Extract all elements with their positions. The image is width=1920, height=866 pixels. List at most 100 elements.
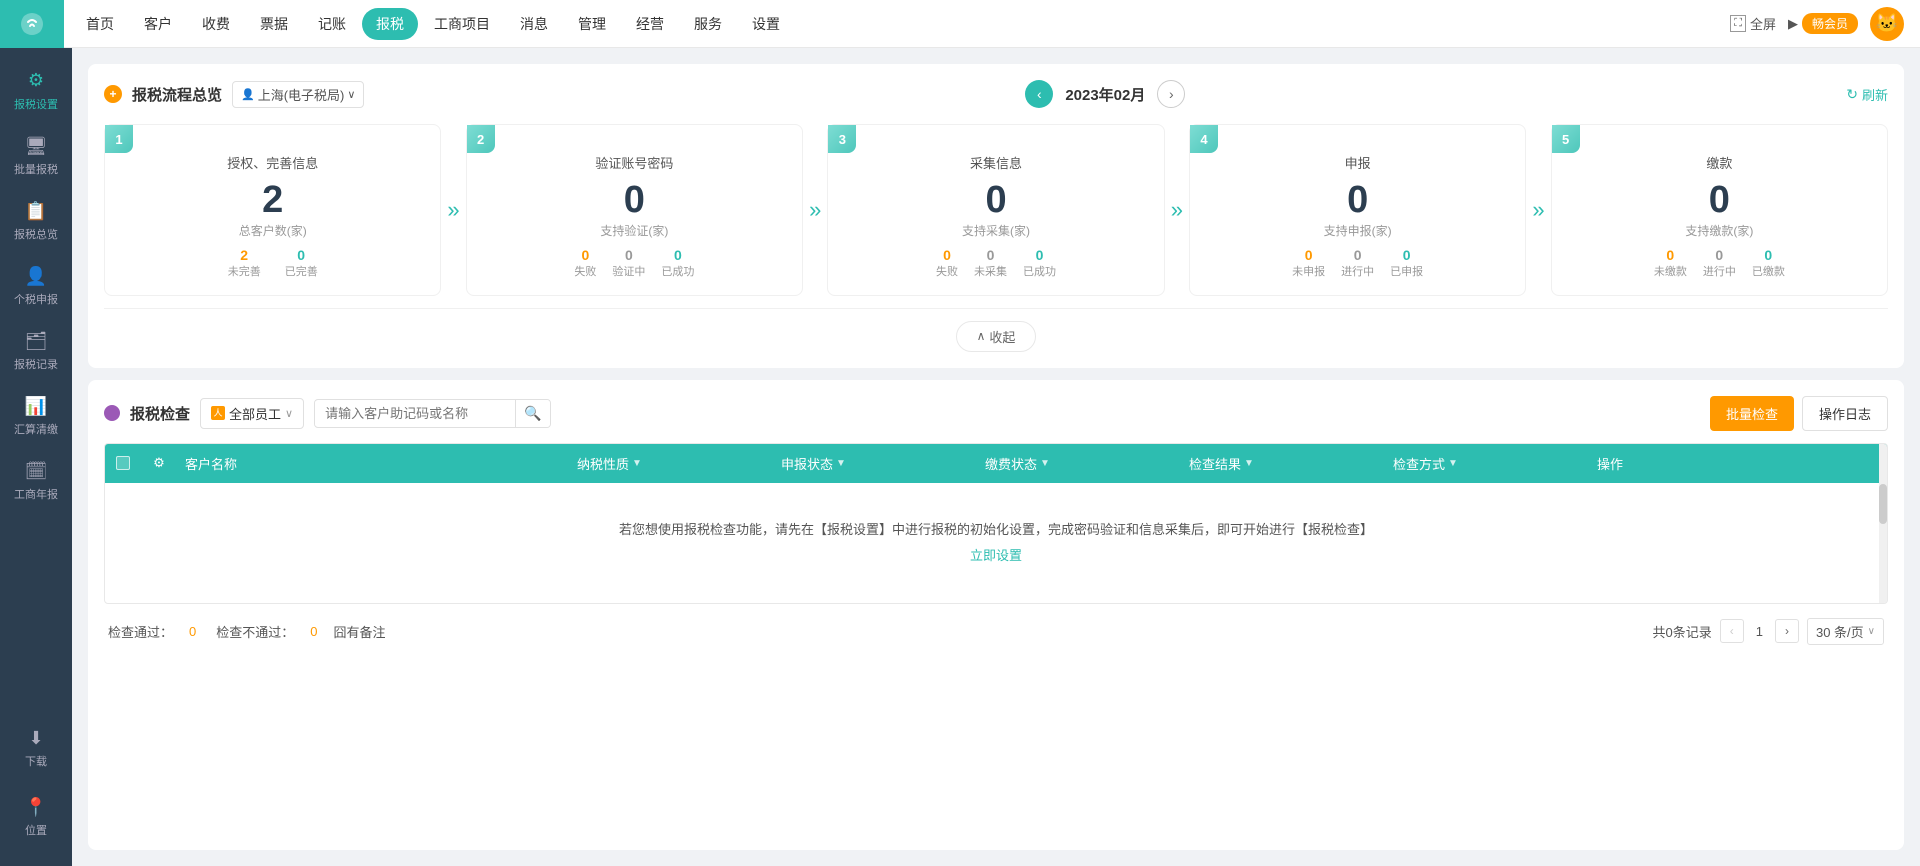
total-records: 共0条记录 — [1653, 622, 1712, 641]
batch-check-button[interactable]: 批量检查 — [1710, 396, 1794, 431]
sidebar-item-tax-record[interactable]: 🗂 报税记录 — [0, 321, 72, 382]
step-1-num: 1 — [105, 125, 133, 153]
step-1-card: 1 授权、完善信息 2 总客户数(家) 2 未完善 0 已完善 — [104, 124, 441, 296]
fullscreen-button[interactable]: ⛶ 全屏 — [1730, 14, 1776, 33]
step-4-stats: 0 未申报 0 进行中 0 已申报 — [1202, 247, 1513, 279]
current-month: 2023年02月 — [1065, 84, 1145, 105]
nav-item-settings[interactable]: 设置 — [738, 8, 794, 40]
step-2-card: 2 验证账号密码 0 支持验证(家) 0 失败 0 验证中 — [466, 124, 803, 296]
tax-overview-icon: 📋 — [25, 201, 47, 222]
next-page-button[interactable]: › — [1775, 619, 1799, 643]
nav-item-manage[interactable]: 管理 — [564, 8, 620, 40]
tax-check-panel: 报税检查 人 全部员工 ∨ 🔍 批量检查 操作日志 — [88, 380, 1904, 850]
refresh-icon: ↻ — [1846, 86, 1858, 103]
th-tax-nature[interactable]: 纳税性质 ▼ — [569, 444, 773, 483]
step-4-count: 0 — [1202, 180, 1513, 222]
collapse-button[interactable]: ∧ 收起 — [956, 321, 1037, 352]
step-5-unit: 支持缴款(家) — [1564, 222, 1875, 239]
step-3-stat-2: 0 已成功 — [1023, 247, 1056, 279]
sidebar-item-business-report[interactable]: 🗓 工商年报 — [0, 451, 72, 512]
business-report-icon: 🗓 — [25, 461, 48, 482]
nav-right: ⛶ 全屏 ▶ 畅会员 🐱 — [1730, 7, 1920, 41]
annual-tax-icon: 📊 — [25, 396, 47, 417]
search-button[interactable]: 🔍 — [515, 400, 549, 427]
step-1-stat-1: 0 已完善 — [285, 247, 318, 279]
th-checkbox[interactable] — [105, 446, 141, 480]
sidebar-item-tax-settings[interactable]: ⚙ 报税设置 — [0, 58, 72, 122]
chevron-down-icon: ∨ — [1868, 626, 1875, 637]
nav-item-operation[interactable]: 经营 — [622, 8, 678, 40]
search-wrap: 🔍 — [314, 399, 550, 428]
sidebar-item-batch-tax[interactable]: 🖥 批量报税 — [0, 126, 72, 187]
step-1-unit: 总客户数(家) — [117, 222, 428, 239]
sidebar-item-location[interactable]: 📍 位置 — [21, 787, 51, 848]
summary-panel: + 报税流程总览 👤 上海(电子税局) ∨ ‹ 2023年02月 › ↻ 刷新 — [88, 64, 1904, 368]
prev-page-button[interactable]: ‹ — [1720, 619, 1744, 643]
step-4-card: 4 申报 0 支持申报(家) 0 未申报 0 进行中 — [1189, 124, 1526, 296]
footer-right: 共0条记录 ‹ 1 › 30 条/页 ∨ — [1653, 618, 1884, 645]
th-gear[interactable]: ⚙ — [141, 445, 177, 481]
sidebar-item-annual-tax[interactable]: 📊 汇算清缴 — [0, 386, 72, 447]
step-5-stat-0: 0 未缴款 — [1654, 247, 1687, 279]
pass-count[interactable]: 0 — [189, 624, 196, 639]
prev-month-button[interactable]: ‹ — [1025, 80, 1053, 108]
th-check-method[interactable]: 检查方式 ▼ — [1385, 444, 1589, 483]
sidebar-item-personal-tax[interactable]: 👤 个税申报 — [0, 256, 72, 317]
sidebar-item-download[interactable]: ⬇ 下载 — [21, 718, 51, 779]
arrow-2: » — [803, 124, 827, 296]
th-pay-status[interactable]: 缴费状态 ▼ — [977, 444, 1181, 483]
empty-message: 若您想使用报税检查功能，请先在【报税设置】中进行报税的初始化设置，完成密码验证和… — [619, 517, 1373, 543]
step-2-num: 2 — [467, 125, 495, 153]
chevron-down-icon: ∨ — [347, 88, 355, 101]
step-4-num: 4 — [1190, 125, 1218, 153]
nav-item-customer[interactable]: 客户 — [130, 8, 186, 40]
month-navigation: ‹ 2023年02月 › — [1025, 80, 1185, 108]
step-2-name: 验证账号密码 — [479, 153, 790, 172]
refresh-button[interactable]: ↻ 刷新 — [1846, 85, 1888, 104]
nav-item-bookkeeping[interactable]: 记账 — [304, 8, 360, 40]
step-5-stat-2: 0 已缴款 — [1752, 247, 1785, 279]
logo — [0, 0, 64, 48]
fail-count[interactable]: 0 — [310, 624, 317, 639]
steps-row: 1 授权、完善信息 2 总客户数(家) 2 未完善 0 已完善 — [104, 124, 1888, 296]
step-2-stat-0: 0 失败 — [574, 247, 596, 279]
operation-log-button[interactable]: 操作日志 — [1802, 396, 1888, 431]
step-5-count: 0 — [1564, 180, 1875, 222]
th-check-result[interactable]: 检查结果 ▼ — [1181, 444, 1385, 483]
location-icon: 📍 — [25, 797, 47, 818]
sidebar: ⚙ 报税设置 🖥 批量报税 📋 报税总览 👤 个税申报 🗂 报税记录 📊 汇算清… — [0, 48, 72, 866]
step-3-stat-1: 0 未采集 — [974, 247, 1007, 279]
th-declare-status[interactable]: 申报状态 ▼ — [773, 444, 977, 483]
nav-item-message[interactable]: 消息 — [506, 8, 562, 40]
step-1-name: 授权、完善信息 — [117, 153, 428, 172]
th-customer-name: 客户名称 — [177, 444, 569, 483]
setup-link[interactable]: 立即设置 — [970, 543, 1022, 569]
nav-item-home[interactable]: 首页 — [72, 8, 128, 40]
nav-item-service[interactable]: 服务 — [680, 8, 736, 40]
step-1-stat-0: 2 未完善 — [228, 247, 261, 279]
scrollbar-track[interactable] — [1879, 444, 1887, 603]
nav-item-tax[interactable]: 报税 — [362, 8, 418, 40]
avatar[interactable]: 🐱 — [1870, 7, 1904, 41]
nav-item-business[interactable]: 工商项目 — [420, 8, 504, 40]
per-page-select[interactable]: 30 条/页 ∨ — [1807, 618, 1884, 645]
batch-tax-icon: 🖥 — [25, 136, 48, 157]
table-header: ⚙ 客户名称 纳税性质 ▼ 申报状态 ▼ 缴费状态 ▼ 检查结果 ▼ 检查方式 … — [105, 444, 1887, 483]
th-operation: 操作 — [1589, 444, 1887, 483]
search-input[interactable] — [315, 401, 515, 426]
step-2-stat-1: 0 验证中 — [612, 247, 645, 279]
nav-item-invoice[interactable]: 票据 — [246, 8, 302, 40]
employee-filter[interactable]: 人 全部员工 ∨ — [200, 398, 304, 429]
location-selector[interactable]: 👤 上海(电子税局) ∨ — [232, 81, 364, 108]
vip-button[interactable]: ▶ 畅会员 — [1788, 13, 1858, 34]
scrollbar-thumb[interactable] — [1879, 484, 1887, 524]
chevron-up-icon: ∧ — [977, 329, 986, 343]
next-month-button[interactable]: › — [1157, 80, 1185, 108]
nav-item-fee[interactable]: 收费 — [188, 8, 244, 40]
tax-settings-icon: ⚙ — [24, 68, 48, 92]
step-1-count: 2 — [117, 180, 428, 222]
sidebar-item-tax-overview[interactable]: 📋 报税总览 — [0, 191, 72, 252]
step-5-name: 缴款 — [1564, 153, 1875, 172]
step-3-stats: 0 失败 0 未采集 0 已成功 — [840, 247, 1151, 279]
step-5-stat-1: 0 进行中 — [1703, 247, 1736, 279]
